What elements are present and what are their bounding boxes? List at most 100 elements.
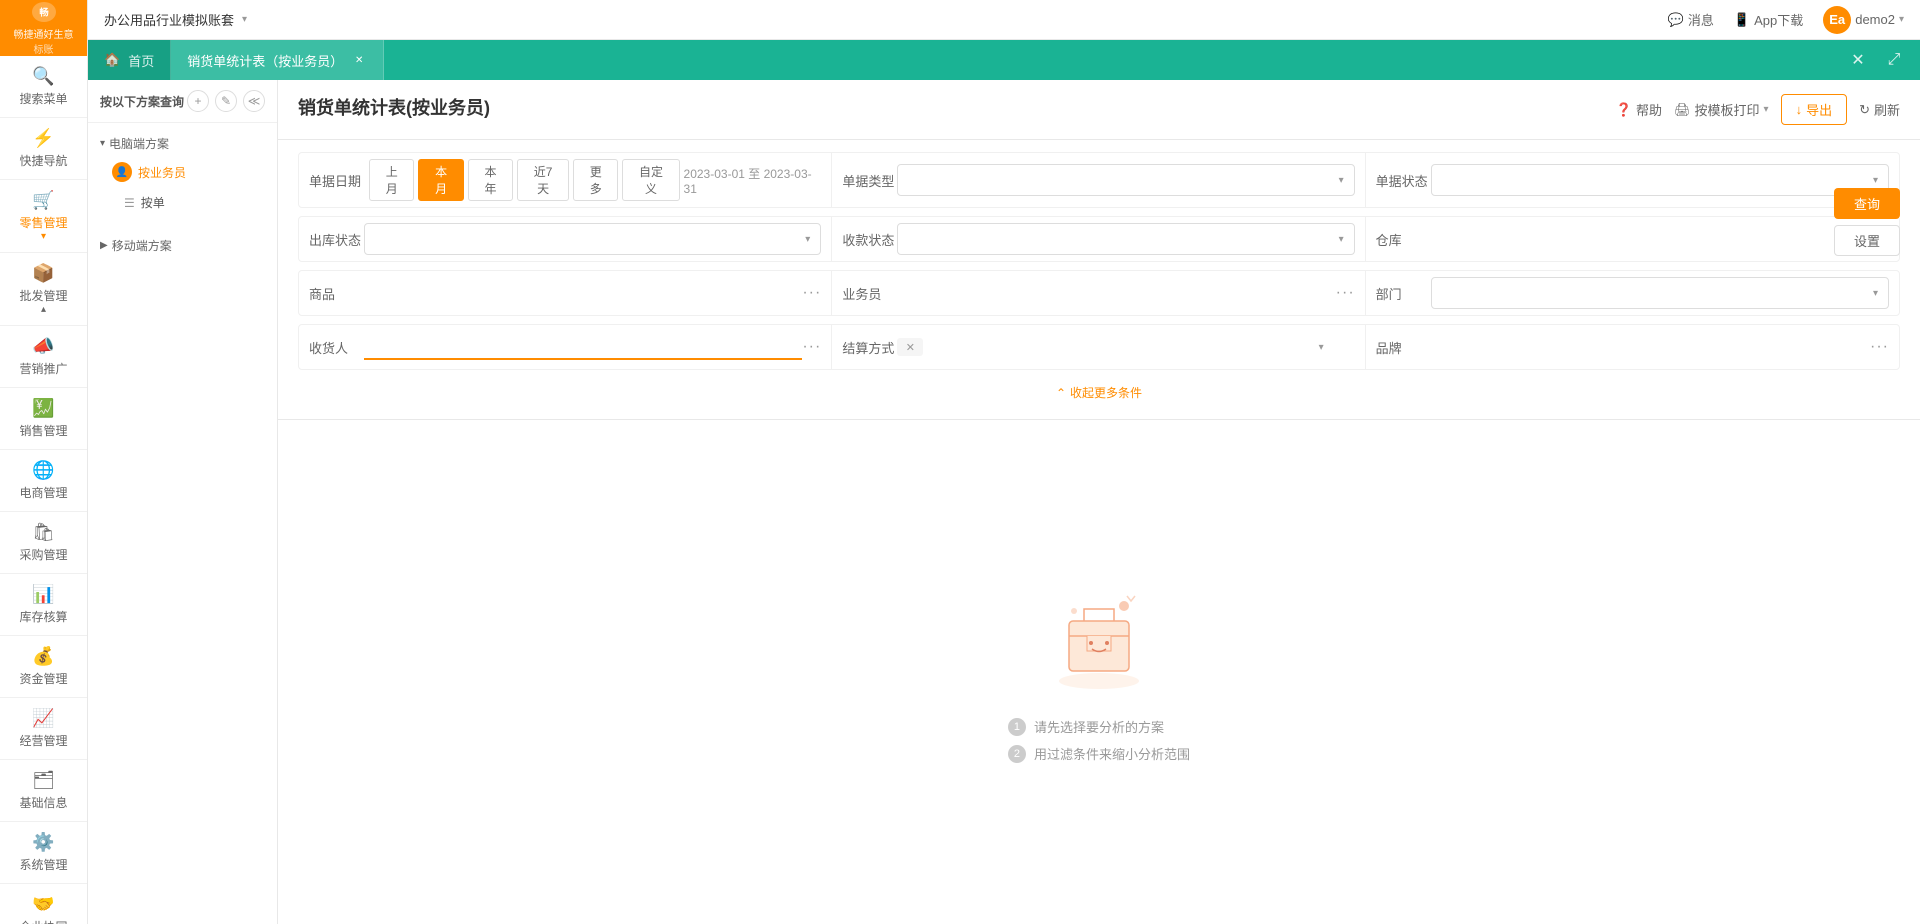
receipt-status-arrow: ▾ [1339,234,1344,245]
receipt-status-select[interactable]: ▾ [897,223,1354,255]
refresh-label: 刷新 [1874,100,1900,119]
tab-close-window-btn[interactable]: ✕ [1844,46,1872,74]
goods-dots[interactable]: ··· [802,284,821,302]
sidebar-item-marketing-label: 营销推广 [19,360,67,377]
export-btn[interactable]: ↓ 导出 [1781,94,1848,125]
topbar-app-label: App下载 [1754,10,1803,29]
sidebar-item-inventory[interactable]: 📊 库存核算 [0,574,88,636]
topbar-dropdown-arrow[interactable]: ▾ [242,14,247,25]
date-this-year-btn[interactable]: 本年 [468,159,513,201]
doc-type-filter-cell: 单据类型 ▾ [832,153,1365,207]
collapse-btn[interactable]: ⌃ 收起更多条件 [298,378,1900,407]
ship-status-label: 出库状态 [309,230,364,249]
tab-home[interactable]: 🏠 首页 [88,40,171,80]
sidebar-item-finance[interactable]: 💰 资金管理 [0,636,88,698]
warehouse-cell: 仓库 ··· [1366,217,1899,261]
left-panel-add-btn[interactable]: + [187,90,209,112]
date-last-month-btn[interactable]: 上月 [369,159,414,201]
help-btn[interactable]: ❓ 帮助 [1616,100,1662,119]
left-panel-edit-btn[interactable]: ✎ [215,90,237,112]
date-custom-btn[interactable]: 自定义 [622,159,679,201]
doc-status-label: 单据状态 [1376,171,1431,190]
payment-method-cell: 结算方式 ✕ ▾ [832,325,1365,369]
date-more-btn[interactable]: 更多 [573,159,618,201]
settings-btn[interactable]: 设置 [1834,225,1900,256]
date-this-month-btn[interactable]: 本月 [418,159,463,201]
sidebar-item-operations[interactable]: 📈 经营管理 [0,698,88,760]
goods-cell: 商品 ··· [299,271,832,315]
scheme-group-mobile-title[interactable]: ▶ 移动端方案 [88,233,277,258]
sidebar-item-marketing[interactable]: 📣 营销推广 [0,326,88,388]
dept-select[interactable]: ▾ [1431,277,1889,309]
tab-sales-stat[interactable]: 销货单统计表（按业务员） ✕ [171,40,384,80]
logo-subtext: 标账 [34,41,54,56]
payment-method-control: ✕ [897,338,1314,356]
brand-dots[interactable]: ··· [1870,338,1889,356]
purchase-icon: 🛍 [32,522,55,543]
print-btn[interactable]: 🖨 按模板打印 ▾ [1674,100,1769,119]
doc-status-arrow: ▾ [1873,175,1878,186]
action-buttons: 查询 设置 [1834,188,1900,256]
sidebar-item-search[interactable]: 🔍 搜索菜单 [0,56,88,118]
sidebar-item-inventory-label: 库存核算 [19,608,67,625]
doc-status-filter-cell: 单据状态 ▾ [1366,153,1899,207]
content-area: 按以下方案查询 + ✎ ≪ ▾ 电脑端方案 [88,80,1920,924]
tab-sales-stat-label: 销货单统计表（按业务员） [187,51,343,70]
payment-method-select[interactable]: ▾ [1315,331,1355,363]
tab-maximize-btn[interactable]: ⤢ [1880,46,1908,74]
topbar-message[interactable]: 💬 消息 [1668,10,1714,29]
sidebar-item-system[interactable]: ⚙️ 系统管理 [0,822,88,884]
query-btn[interactable]: 查询 [1834,188,1900,219]
sidebar-item-retail-label: 零售管理 [19,214,67,231]
consignee-input[interactable] [364,335,802,360]
person-icon: 👤 [116,167,128,178]
svg-text:畅: 畅 [39,6,49,17]
sidebar-item-enterprise[interactable]: 🤝 企业协同 [0,884,88,924]
refresh-btn[interactable]: ↻ 刷新 [1859,100,1900,119]
sidebar-item-sales[interactable]: 💹 销售管理 [0,388,88,450]
sidebar-item-shortcut[interactable]: ⚡ 快捷导航 [0,118,88,180]
tip-num-1: 1 [1008,718,1026,736]
retail-icon: 🛒 [32,190,54,211]
tip-text-1: 请先选择要分析的方案 [1034,717,1164,736]
goods-control: ··· [364,284,821,302]
scheme-item-by-salesperson[interactable]: 👤 按业务员 [88,156,277,188]
warehouse-control: ··· [1431,230,1889,248]
sidebar-item-purchase-label: 采购管理 [19,546,67,563]
print-dropdown-arrow: ▾ [1764,104,1769,115]
doc-type-select[interactable]: ▾ [897,164,1354,196]
scheme-item-by-order[interactable]: ☰ 按单 [88,188,277,217]
page-header-actions: ❓ 帮助 🖨 按模板打印 ▾ ↓ 导出 ↻ 刷新 [1616,94,1900,139]
scheme-group-pc-title[interactable]: ▾ 电脑端方案 [88,131,277,156]
sidebar-item-retail[interactable]: 🛒 零售管理 ▾ [0,180,88,253]
scheme-group-pc: ▾ 电脑端方案 👤 按业务员 ☰ 按单 [88,123,277,225]
receipt-status-cell: 收款状态 ▾ [832,217,1365,261]
salesperson-label: 业务员 [842,284,897,303]
left-panel-collapse-btn[interactable]: ≪ [243,90,265,112]
date-last-7-btn[interactable]: 近7天 [517,159,569,201]
topbar-message-label: 消息 [1688,10,1714,29]
sidebar-item-ecommerce[interactable]: 🌐 电商管理 [0,450,88,512]
payment-tag-x[interactable]: ✕ [903,340,917,354]
sidebar-item-finance-label: 资金管理 [19,670,67,687]
help-icon: ❓ [1616,102,1632,118]
main-area: 办公用品行业模拟账套 ▾ 💬 消息 📱 App下载 Ea demo2 ▾ � [88,0,1920,924]
topbar: 办公用品行业模拟账套 ▾ 💬 消息 📱 App下载 Ea demo2 ▾ [88,0,1920,40]
sidebar-item-wholesale[interactable]: 📦 批发管理 ▴ [0,253,88,326]
topbar-user[interactable]: Ea demo2 ▾ [1823,6,1904,34]
left-panel: 按以下方案查询 + ✎ ≪ ▾ 电脑端方案 [88,80,278,924]
ship-status-select[interactable]: ▾ [364,223,821,255]
topbar-app-download[interactable]: 📱 App下载 [1734,10,1803,29]
consignee-dots[interactable]: ··· [802,338,821,356]
tab-close-icon[interactable]: ✕ [351,52,367,68]
doc-status-select[interactable]: ▾ [1431,164,1889,196]
salesperson-dots[interactable]: ··· [1336,284,1355,302]
sidebar-item-purchase[interactable]: 🛍 采购管理 [0,512,88,574]
sidebar-item-basics[interactable]: 🗂 基础信息 [0,760,88,822]
help-label: 帮助 [1636,100,1662,119]
consignee-label: 收货人 [309,338,364,357]
avatar: Ea [1823,6,1851,34]
export-icon: ↓ [1796,102,1803,117]
page-header: 销货单统计表(按业务员) ❓ 帮助 🖨 按模板打印 ▾ ↓ 导出 [278,80,1920,140]
topbar-left: 办公用品行业模拟账套 ▾ [104,10,247,29]
